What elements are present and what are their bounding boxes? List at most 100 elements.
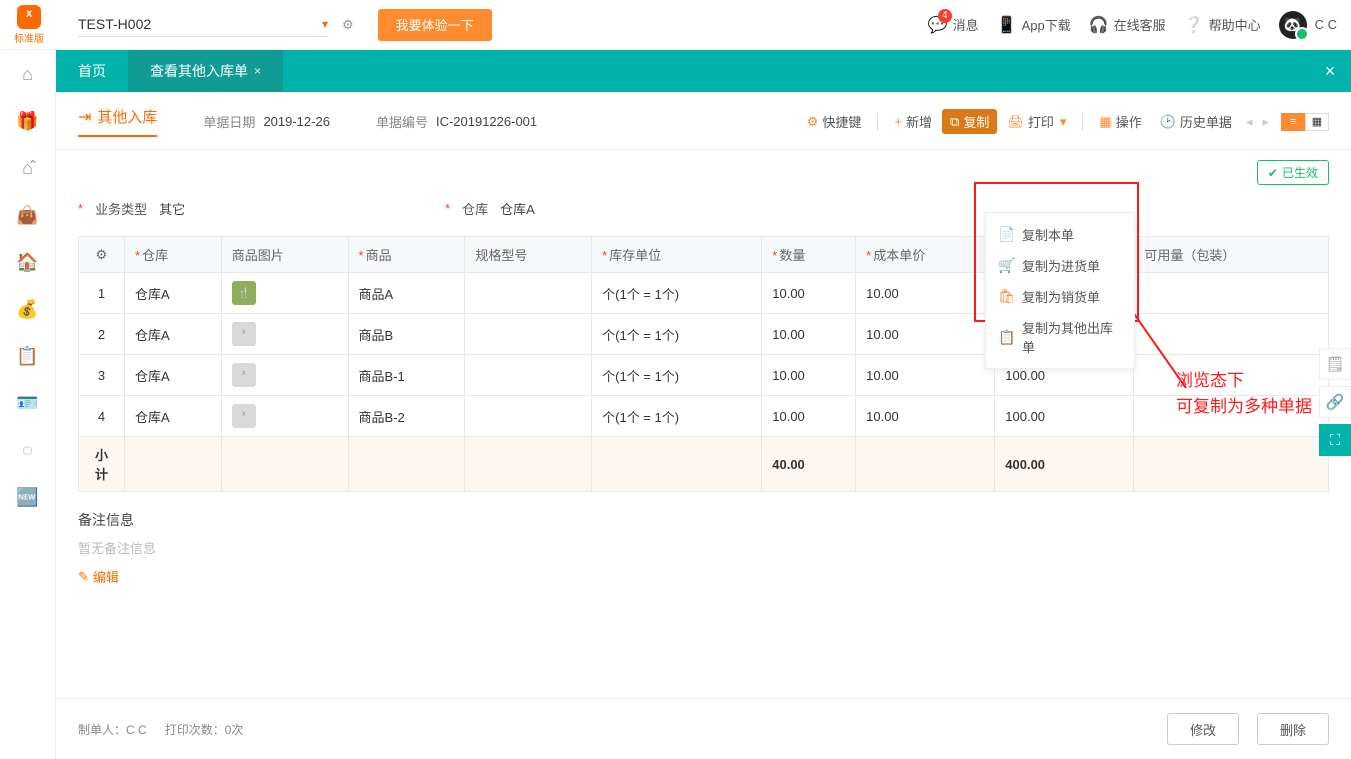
row-index: 4 — [79, 396, 125, 437]
settings-icon[interactable]: ⚙ — [342, 17, 354, 33]
nav-prev-icon[interactable]: ◂ — [1242, 114, 1257, 130]
history-icon: 🕑 — [1160, 114, 1176, 130]
row-image: ᕁ — [221, 314, 348, 355]
row-amount: 100.00 — [995, 396, 1134, 437]
nav-next-icon[interactable]: ▸ — [1258, 114, 1273, 130]
row-index: 3 — [79, 355, 125, 396]
copy-as-other-out-label: 复制为其他出库单 — [1022, 318, 1122, 356]
headset-icon: 🎧 — [1089, 15, 1109, 35]
messages-badge: 4 — [938, 9, 952, 23]
row-price: 10.00 — [856, 396, 995, 437]
org-name: TEST-H002 — [78, 16, 322, 32]
action-ops[interactable]: ▦操作 — [1091, 108, 1149, 135]
table-row[interactable]: 4仓库Aᕁ商品B-2个(1个 = 1个)10.0010.00100.00 — [79, 396, 1329, 437]
row-price: 10.00 — [856, 355, 995, 396]
tab-close-icon[interactable]: × — [254, 64, 261, 78]
copy-as-purchase[interactable]: 🛒复制为进货单 — [986, 250, 1134, 281]
action-add[interactable]: +新增 — [886, 108, 940, 135]
view-list-icon[interactable]: ≡ — [1281, 113, 1305, 131]
out-icon: 📋 — [998, 329, 1014, 346]
row-unit: 个(1个 = 1个) — [592, 314, 762, 355]
col-warehouse: *仓库 — [125, 237, 222, 273]
rail-new-icon[interactable]: 🆕 — [16, 487, 38, 508]
remark-edit-link[interactable]: ✎ 编辑 — [78, 567, 1329, 586]
tabs-bar: 首页 查看其他入库单 × × — [56, 50, 1351, 92]
tab-home[interactable]: 首页 — [56, 50, 128, 92]
row-price: 10.00 — [856, 314, 995, 355]
org-selector[interactable]: TEST-H002 ▾ — [78, 12, 328, 37]
nav-messages-label: 消息 — [953, 15, 979, 34]
rail-money-icon[interactable]: 💰 — [16, 299, 38, 320]
action-print[interactable]: 🖨打印▾ — [999, 108, 1074, 135]
delete-button[interactable]: 删除 — [1257, 713, 1329, 745]
remark-placeholder: 暂无备注信息 — [78, 538, 1329, 557]
phone-icon: 📱 — [997, 15, 1017, 35]
row-spec — [465, 396, 592, 437]
status-text: 已生效 — [1282, 164, 1318, 181]
tool-link-icon[interactable]: 🔗 — [1319, 386, 1351, 418]
rail-bag-icon[interactable]: 👜 — [16, 205, 38, 226]
help-icon: ❔ — [1184, 15, 1204, 35]
row-index: 1 — [79, 273, 125, 314]
rail-gift-icon[interactable]: 🎁 — [16, 111, 38, 132]
row-spec — [465, 314, 592, 355]
col-settings[interactable]: ⚙ — [79, 237, 125, 273]
product-image-icon: 🍴 — [232, 281, 256, 305]
nav-service[interactable]: 🎧 在线客服 — [1089, 15, 1166, 35]
action-history[interactable]: 🕑历史单据 — [1152, 108, 1240, 135]
grid-icon: ▦ — [1099, 114, 1111, 130]
nav-app-download[interactable]: 📱 App下载 — [997, 15, 1071, 35]
subtotal-label: 小计 — [79, 437, 125, 492]
row-warehouse: 仓库A — [125, 355, 222, 396]
row-warehouse: 仓库A — [125, 314, 222, 355]
col-qty: *数量 — [762, 237, 856, 273]
nav-help[interactable]: ❔ 帮助中心 — [1184, 15, 1261, 35]
divider — [877, 114, 878, 130]
rail-card-icon[interactable]: 🪪 — [16, 393, 38, 414]
row-avail — [1134, 314, 1329, 355]
tabs-close-all[interactable]: × — [1309, 50, 1351, 92]
nav-app-download-label: App下载 — [1022, 15, 1071, 34]
tool-note-icon[interactable]: 🗒 — [1319, 348, 1351, 380]
check-icon: ✔ — [1268, 166, 1278, 180]
rail-warehouse-icon[interactable]: 🏠 — [16, 252, 38, 273]
col-avail: 可用量（包装） — [1134, 237, 1329, 273]
try-button[interactable]: 我要体验一下 — [378, 9, 492, 41]
rail-house-icon[interactable]: ⌂̂ — [22, 158, 33, 179]
nav-messages[interactable]: 💬 消息 4 — [928, 15, 979, 35]
print-icon: 🖨 — [1007, 114, 1024, 130]
col-image: 商品图片 — [221, 237, 348, 273]
table-row[interactable]: 2仓库Aᕁ商品B个(1个 = 1个)10.0010.00100.00 — [79, 314, 1329, 355]
footer-print-count: 打印次数：0次 — [165, 721, 244, 738]
rail-clipboard-icon[interactable]: 📋 — [16, 346, 38, 367]
view-grid-icon[interactable]: ▦ — [1305, 113, 1329, 131]
table-subtotal-row: 小计40.00400.00 — [79, 437, 1329, 492]
cart-icon: 🛒 — [998, 257, 1014, 274]
chevron-down-icon: ▾ — [322, 17, 328, 31]
table-row[interactable]: 1仓库A🍴商品A个(1个 = 1个)10.0010.00100.00 — [79, 273, 1329, 314]
row-product: 商品B-1 — [348, 355, 465, 396]
tab-label: 查看其他入库单 — [150, 61, 248, 81]
rail-loading-icon[interactable]: ◌ — [22, 440, 33, 461]
action-shortcut[interactable]: ⚙快捷键 — [799, 108, 870, 135]
status-badge: ✔ 已生效 — [1257, 160, 1329, 185]
rail-home-icon[interactable]: ⌂ — [22, 64, 33, 85]
row-price: 10.00 — [856, 273, 995, 314]
app-logo: ᕁ 标准版 — [0, 5, 58, 45]
doc-icon: 📄 — [998, 226, 1014, 243]
row-image: ᕁ — [221, 396, 348, 437]
modify-button[interactable]: 修改 — [1167, 713, 1239, 745]
biztype-value: 其它 — [159, 199, 185, 218]
warehouse-value: 仓库A — [500, 199, 535, 218]
action-copy[interactable]: ⧉复制 — [942, 109, 997, 134]
user-avatar[interactable]: 🐼 — [1279, 11, 1307, 39]
edition-label: 标准版 — [14, 30, 44, 45]
required-mark: * — [78, 201, 83, 216]
row-product: 商品B-2 — [348, 396, 465, 437]
tool-expand-icon[interactable]: ⛶ — [1319, 424, 1351, 456]
tab-view-other-in[interactable]: 查看其他入库单 × — [128, 50, 283, 92]
copy-as-sale[interactable]: 🛍复制为销货单 — [986, 281, 1134, 312]
table-row[interactable]: 3仓库Aᕁ商品B-1个(1个 = 1个)10.0010.00100.00 — [79, 355, 1329, 396]
copy-as-other-out[interactable]: 📋 复制为其他出库单 — [986, 312, 1134, 362]
copy-this[interactable]: 📄复制本单 — [986, 219, 1134, 250]
